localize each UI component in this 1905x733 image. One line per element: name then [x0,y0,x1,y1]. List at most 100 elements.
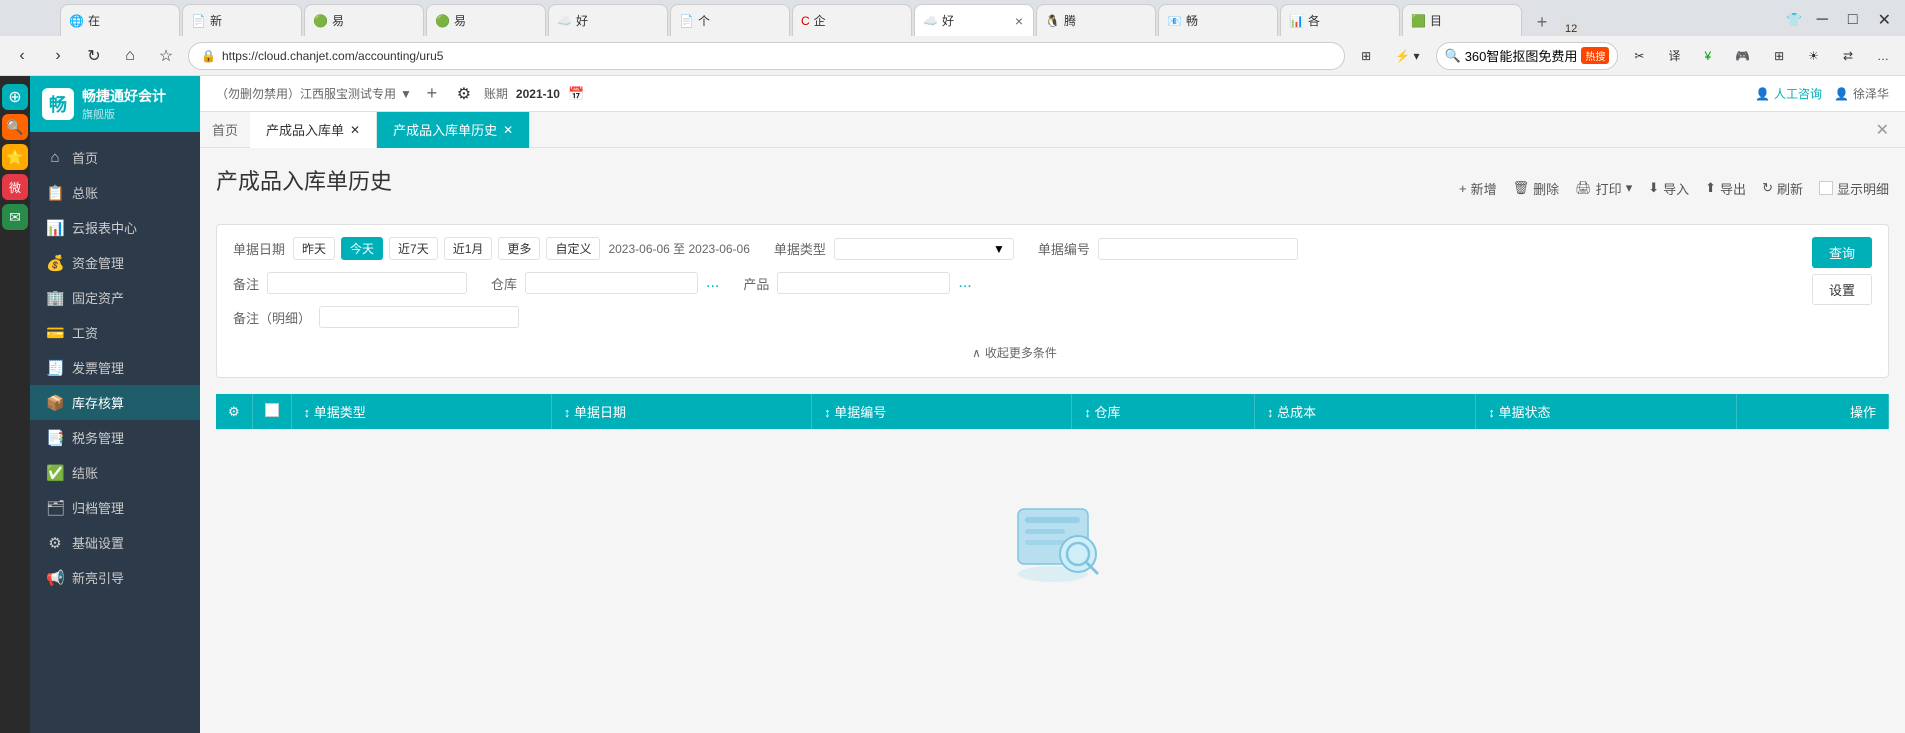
th-date[interactable]: ↕ 单据日期 [551,394,811,429]
delete-button[interactable]: 🗑 删除 [1513,179,1560,198]
sidebar-item-reports[interactable]: 📊 云报表中心 [30,210,200,245]
app-icon-mail[interactable]: ✉ [2,204,28,230]
th-number[interactable]: ↕ 单据编号 [812,394,1072,429]
sidebar-item-base-settings[interactable]: ⚙ 基础设置 [30,525,200,560]
sidebar-item-fixed-assets[interactable]: 🏢 固定资产 [30,280,200,315]
minimize-button[interactable]: ─ [1811,9,1834,31]
customer-service-button[interactable]: 👤 人工咨询 [1755,85,1822,102]
export-button[interactable]: ⬆ 导出 [1705,179,1746,198]
grid-button[interactable]: ⊞ [1766,42,1792,70]
sidebar-label-fixed-assets: 固定资产 [72,288,124,307]
forward-button[interactable]: › [44,42,72,70]
filter-yesterday[interactable]: 昨天 [293,237,335,260]
tab-count[interactable]: 12 [1560,22,1582,36]
search-box[interactable]: 🔍 360智能抠图免费用 热搜 [1436,42,1619,70]
tab-7[interactable]: C 企 [792,4,912,36]
print-button[interactable]: 🖨 打印 ▾ [1575,179,1632,198]
tab-2[interactable]: 📄 新 [182,4,302,36]
browser-settings-button[interactable]: … [1869,42,1897,70]
settings-button[interactable]: 设置 [1812,274,1872,305]
yuan-button[interactable]: ¥ [1696,42,1719,70]
sidebar-item-inventory[interactable]: 📦 库存核算 [30,385,200,420]
tab-12[interactable]: 🟩 目 [1402,4,1522,36]
sidebar-item-tax[interactable]: 📑 税务管理 [30,420,200,455]
th-total-cost[interactable]: ↕ 总成本 [1254,394,1475,429]
close-panel-button[interactable]: ✕ [1860,120,1905,140]
close-button[interactable]: ✕ [1872,8,1897,32]
tab-product-inbound[interactable]: 产成品入库单 ✕ [250,112,377,148]
bookmark-button[interactable]: ☆ [152,42,180,70]
add-company-button[interactable]: + [420,82,444,106]
refresh-button[interactable]: ↻ 刷新 [1762,179,1803,198]
scissors-button[interactable]: ✂ [1626,42,1652,70]
collapse-button[interactable]: ∧ 收起更多条件 [972,344,1057,361]
sidebar-item-new-features[interactable]: 📢 新亮引导 [30,560,200,595]
warehouse-input[interactable] [525,272,698,294]
display-checkbox[interactable] [1819,181,1833,195]
tab-9[interactable]: 🐧 腾 [1036,4,1156,36]
remark-input[interactable] [267,272,467,294]
back-forward-button[interactable]: ⇄ [1835,42,1861,70]
number-input[interactable] [1098,238,1298,260]
filter-more[interactable]: 更多 [498,237,540,260]
tab-5[interactable]: ☁️ 好 [548,4,668,36]
product-input[interactable] [777,272,950,294]
sun-button[interactable]: ☀ [1800,42,1827,70]
filter-today[interactable]: 今天 [341,237,383,260]
th-gear[interactable]: ⚙ [216,394,252,429]
tab-6[interactable]: 📄 个 [670,4,790,36]
filter-7days[interactable]: 近7天 [389,237,438,260]
warehouse-dots-button[interactable]: ... [706,274,719,292]
th-type[interactable]: ↕ 单据类型 [291,394,551,429]
company-selector[interactable]: （勿删勿禁用）江西服宝测试专用 ▼ [216,85,412,102]
tab-8-close-icon[interactable]: × [1013,11,1025,31]
address-input[interactable]: 🔒 https://cloud.chanjet.com/accounting/u… [188,42,1345,70]
tab-11[interactable]: 📊 各 [1280,4,1400,36]
type-select[interactable]: ▼ [834,238,1014,260]
app-icon-star[interactable]: ⭐ [2,144,28,170]
sidebar-item-invoice[interactable]: 🧾 发票管理 [30,350,200,385]
back-button[interactable]: ‹ [8,42,36,70]
tab-10[interactable]: 📧 畅 [1158,4,1278,36]
th-status[interactable]: ↕ 单据状态 [1476,394,1736,429]
sidebar-item-checkout[interactable]: ✅ 结账 [30,455,200,490]
add-button[interactable]: + 新增 [1459,179,1497,198]
app-icon-search[interactable]: 🔍 [2,114,28,140]
maximize-button[interactable]: □ [1842,9,1864,31]
sidebar-item-payroll[interactable]: 💳 工资 [30,315,200,350]
tab-3[interactable]: 🟢 易 [304,4,424,36]
breadcrumb-home[interactable]: 首页 [200,120,250,139]
sidebar-item-archive[interactable]: 🗂 归档管理 [30,490,200,525]
tab-product-inbound-history-close-icon[interactable]: ✕ [503,123,513,137]
game-button[interactable]: 🎮 [1727,42,1758,70]
sidebar-item-funds[interactable]: 💰 资金管理 [30,245,200,280]
tab-8[interactable]: ☁️ 好 × [914,4,1034,36]
calendar-icon[interactable]: 📅 [568,86,584,102]
tab-product-inbound-history[interactable]: 产成品入库单历史 ✕ [377,112,530,148]
product-dots-button[interactable]: ... [958,274,971,292]
sidebar-item-home[interactable]: ⌂ 首页 [30,140,200,175]
app-icon-weibo[interactable]: 微 [2,174,28,200]
sidebar-item-ledger[interactable]: 📋 总账 [30,175,200,210]
tab-product-inbound-close-icon[interactable]: ✕ [350,123,360,137]
home-button[interactable]: ⌂ [116,42,144,70]
detail-remark-input[interactable] [319,306,519,328]
th-warehouse[interactable]: ↕ 仓库 [1072,394,1255,429]
import-button[interactable]: ⬇ 导入 [1648,179,1689,198]
filter-1month[interactable]: 近1月 [444,237,493,260]
new-tab-button[interactable]: + [1528,8,1556,36]
th-checkbox[interactable] [252,394,291,429]
filter-custom[interactable]: 自定义 [546,237,600,260]
display-toggle[interactable]: 显示明细 [1819,179,1889,198]
tab-4[interactable]: 🟢 易 [426,4,546,36]
header-checkbox[interactable] [265,403,279,417]
app-icon-main[interactable]: ⊕ [2,84,28,110]
user-avatar[interactable]: 👤 徐泽华 [1834,85,1889,102]
tab-1[interactable]: 🌐 在 [60,4,180,36]
refresh-button[interactable]: ↻ [80,42,108,70]
query-button[interactable]: 查询 [1812,237,1872,268]
lightning-button[interactable]: ⚡ ▾ [1387,42,1427,70]
translate-button[interactable]: 译 [1660,42,1688,70]
extensions-button[interactable]: ⊞ [1353,42,1379,70]
topbar-settings-button[interactable]: ⚙ [452,82,476,106]
